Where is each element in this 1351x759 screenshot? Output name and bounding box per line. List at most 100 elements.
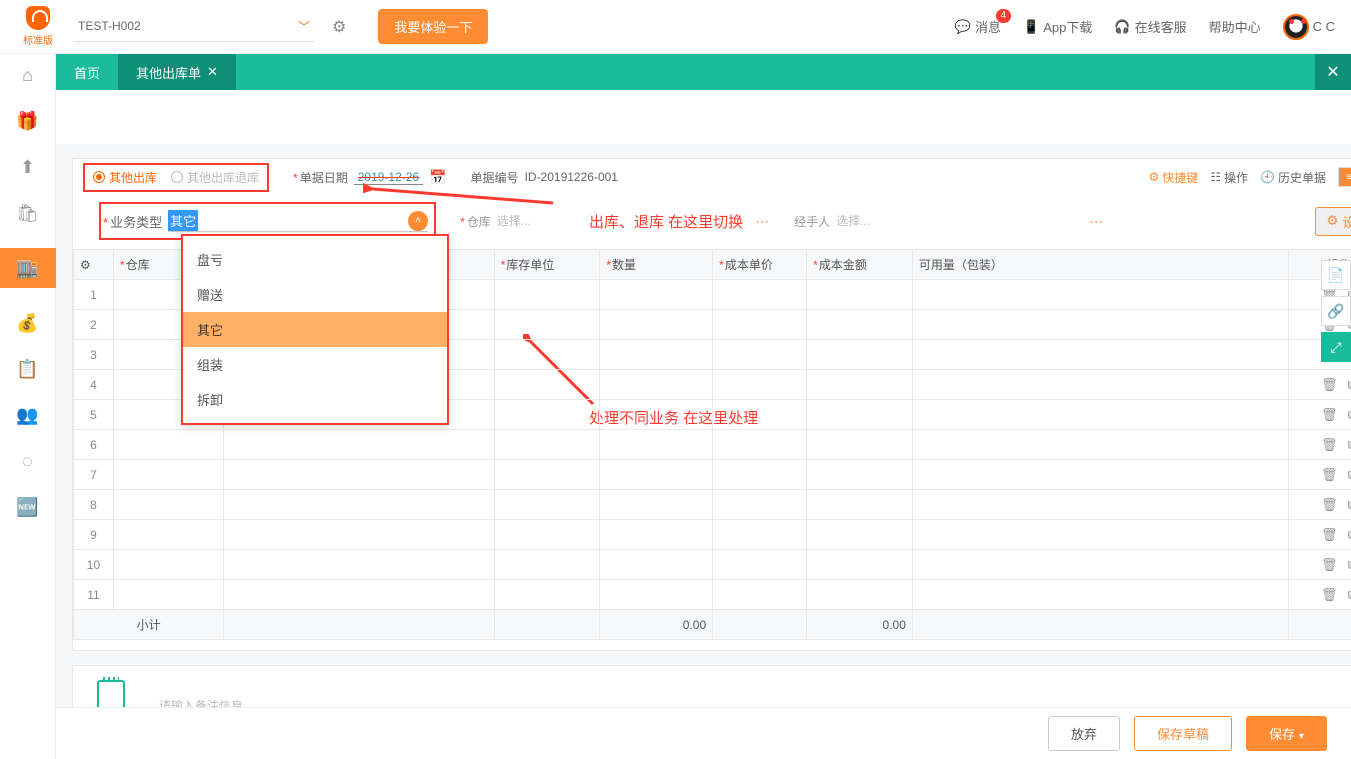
nav-warehouse-icon[interactable]: 🏬: [0, 248, 56, 288]
dropdown-option[interactable]: 盘亏: [183, 242, 447, 277]
row-number: 11: [74, 580, 114, 610]
dropdown-option[interactable]: 拆卸: [183, 382, 447, 417]
table-row[interactable]: 10🗑⧉: [74, 550, 1351, 580]
copy-icon[interactable]: ⧉: [1348, 437, 1351, 453]
org-select[interactable]: TEST-H002 ﹀: [74, 12, 314, 42]
ops-label: 操作: [1224, 169, 1248, 186]
history-link[interactable]: 🕘历史单据: [1260, 169, 1326, 186]
row-number: 2: [74, 310, 114, 340]
nav-clipboard-icon[interactable]: 📋: [17, 358, 39, 380]
user-menu[interactable]: C C: [1283, 14, 1335, 40]
logo[interactable]: 标准版: [16, 6, 60, 47]
delete-icon[interactable]: 🗑: [1321, 467, 1338, 483]
doc-date-value[interactable]: 2019-12-26: [354, 170, 423, 185]
subtotal-label: 小计: [74, 610, 224, 640]
nav-gift-icon[interactable]: 🎁: [17, 110, 39, 132]
nav-refresh-icon[interactable]: ◌: [17, 450, 39, 472]
gear-icon: ⚙: [1148, 170, 1159, 184]
delete-icon[interactable]: 🗑: [1321, 437, 1338, 453]
ops-link[interactable]: ☷操作: [1210, 169, 1248, 186]
settings-button[interactable]: ⚙设置: [1315, 207, 1351, 236]
chevron-down-icon: ▾: [1299, 731, 1304, 742]
save-label: 保存: [1269, 727, 1295, 742]
handler-field[interactable]: 经手人 选择... ⋯: [794, 212, 1104, 230]
radio-return[interactable]: 其他出库退库: [171, 169, 259, 186]
copy-icon[interactable]: ⧉: [1348, 587, 1351, 603]
copy-icon[interactable]: ⧉: [1348, 497, 1351, 513]
table-gear-icon[interactable]: ⚙: [74, 250, 114, 280]
delete-icon[interactable]: 🗑: [1321, 377, 1338, 393]
radio-return-label: 其他出库退库: [187, 169, 259, 186]
tab-current[interactable]: 其他出库单 ✕: [118, 54, 236, 90]
chevron-down-icon: ﹀: [298, 18, 310, 35]
row-number: 9: [74, 520, 114, 550]
dropdown-option[interactable]: 其它: [183, 312, 447, 347]
nav-home-icon[interactable]: ⌂: [17, 64, 39, 86]
close-icon[interactable]: ✕: [207, 64, 218, 80]
delete-icon[interactable]: 🗑: [1321, 407, 1338, 423]
phone-icon: 📱: [1023, 19, 1039, 35]
nav-new-icon[interactable]: 🆕: [17, 496, 39, 518]
copy-icon[interactable]: ⧉: [1348, 527, 1351, 543]
nav-shop-icon[interactable]: 🛍: [17, 202, 39, 224]
table-row[interactable]: 9 🗑 ⧉: [74, 520, 1351, 550]
business-type-input[interactable]: 其它 ˄: [168, 210, 428, 232]
nav-contacts-icon[interactable]: 👥: [17, 404, 39, 426]
doc-no-value: ID-20191226-001: [525, 170, 618, 184]
doc-date-label: 单据日期: [293, 169, 348, 186]
delete-icon[interactable]: 🗑: [1321, 527, 1338, 543]
handler-placeholder: 选择...: [836, 212, 1083, 230]
delete-icon[interactable]: 🗑: [1321, 557, 1338, 573]
delete-icon[interactable]: 🗑: [1321, 497, 1338, 513]
tab-home[interactable]: 首页: [56, 54, 118, 90]
table-row[interactable]: 11 🗑 ⧉: [74, 580, 1351, 610]
calendar-icon[interactable]: 📅: [429, 169, 446, 186]
nav-receipt-icon[interactable]: ⬆: [17, 156, 39, 178]
business-type-field[interactable]: 业务类型 其它 ˄ 盘亏 赠送 其它 组装 拆卸: [99, 202, 436, 240]
nav-money-icon[interactable]: 💰: [17, 312, 39, 334]
copy-icon[interactable]: ⧉: [1348, 377, 1351, 393]
doc-no: 单据编号 ID-20191226-001: [471, 169, 618, 186]
note-icon: [97, 680, 125, 710]
delete-icon[interactable]: 🗑: [1321, 587, 1338, 603]
headset-icon: 🎧: [1114, 19, 1130, 35]
copy-icon[interactable]: ⧉: [1348, 557, 1351, 573]
warehouse-label: 仓库: [460, 213, 491, 230]
save-button[interactable]: 保存 ▾: [1246, 716, 1327, 751]
try-button[interactable]: 我要体验一下: [378, 9, 488, 44]
app-download-link[interactable]: 📱 App下载: [1023, 17, 1092, 36]
discard-button[interactable]: 放弃: [1048, 716, 1120, 751]
footer-bar: 放弃 保存草稿 保存 ▾: [56, 707, 1351, 759]
close-all-tabs[interactable]: ✕: [1315, 54, 1351, 90]
view-list-icon[interactable]: ≡: [1339, 168, 1351, 186]
radio-outbound-label: 其他出库: [109, 169, 157, 186]
th-qty: 数量: [600, 250, 713, 280]
main-panel: 其他出库 其他出库退库 单据日期 2019-12-26 📅 单据编号 ID-20…: [56, 144, 1351, 746]
gear-icon: ⚙: [1326, 213, 1338, 229]
doc-date: 单据日期 2019-12-26 📅: [293, 169, 447, 186]
tool-note-icon[interactable]: 📄: [1321, 260, 1351, 290]
dropdown-option[interactable]: 组装: [183, 347, 447, 382]
hotkey-link[interactable]: ⚙快捷键: [1148, 169, 1198, 186]
table-row[interactable]: 6🗑⧉: [74, 430, 1351, 460]
gear-icon[interactable]: ⚙: [332, 17, 346, 37]
more-icon[interactable]: ⋯: [1089, 213, 1104, 230]
tool-link-icon[interactable]: 🔗: [1321, 296, 1351, 326]
support-link[interactable]: 🎧 在线客服: [1114, 17, 1186, 36]
messages-link[interactable]: 💬 消息 4: [955, 17, 1001, 36]
table-row[interactable]: 7🗑⧉: [74, 460, 1351, 490]
table-row[interactable]: 8🗑⧉: [74, 490, 1351, 520]
app-download-label: App下载: [1043, 17, 1092, 36]
dropdown-option[interactable]: 赠送: [183, 277, 447, 312]
save-draft-button[interactable]: 保存草稿: [1134, 716, 1232, 751]
radio-outbound[interactable]: 其他出库: [93, 169, 157, 186]
view-toggle[interactable]: ≡ ▦: [1338, 167, 1351, 187]
more-icon[interactable]: ⋯: [755, 213, 770, 230]
left-nav: ⌂ 🎁 ⬆ 🛍 🏬 💰 📋 👥 ◌ 🆕: [0, 54, 56, 759]
copy-icon[interactable]: ⧉: [1348, 407, 1351, 423]
chevron-up-icon[interactable]: ˄: [408, 211, 428, 231]
tool-expand-icon[interactable]: ⤢: [1321, 332, 1351, 362]
help-link[interactable]: 帮助中心: [1209, 17, 1261, 36]
radio-dot-icon: [93, 171, 105, 183]
copy-icon[interactable]: ⧉: [1348, 467, 1351, 483]
